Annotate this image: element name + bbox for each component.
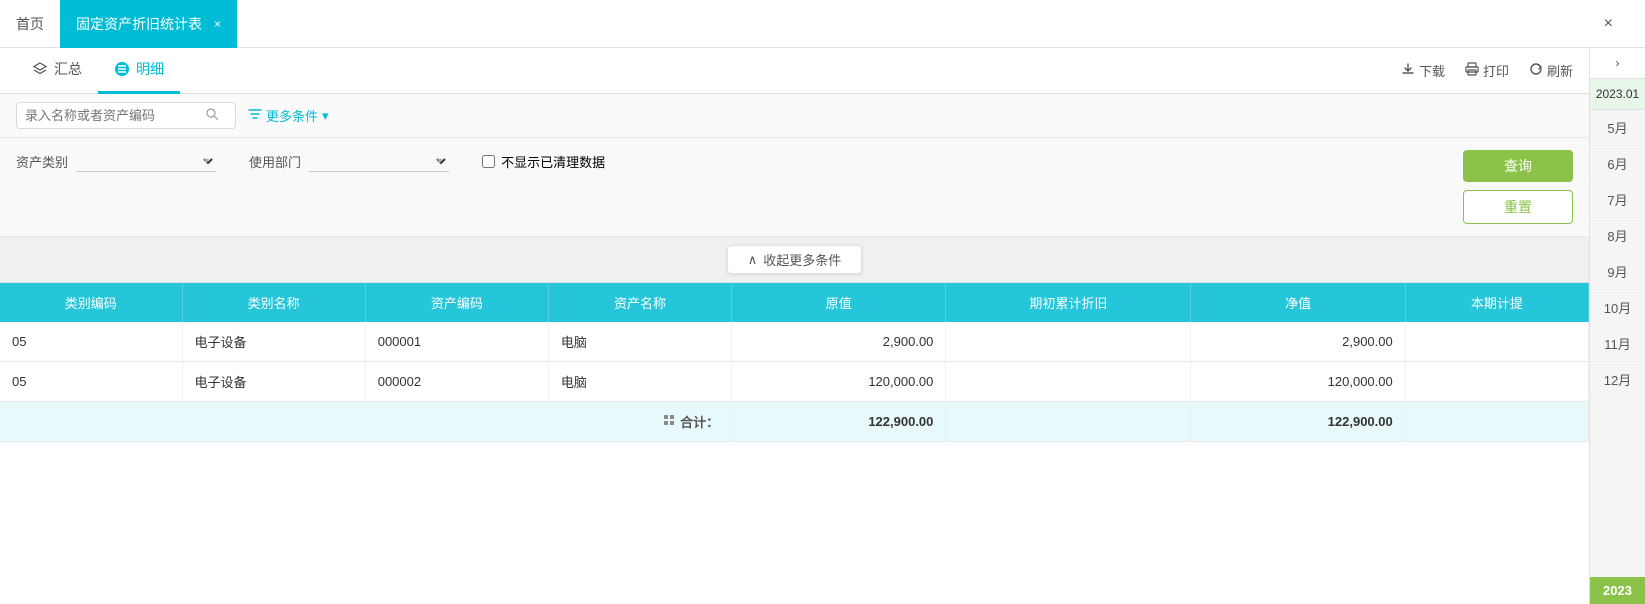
asset-category-chevron: ▾: [204, 156, 209, 167]
cell-asset-name: 电脑: [548, 322, 731, 362]
summary-tab-icon: [32, 61, 48, 77]
col-category-name: 类别名称: [182, 283, 365, 322]
department-label: 使用部门: [249, 152, 301, 171]
cell-asset-code: 000002: [365, 362, 548, 402]
refresh-button[interactable]: 刷新: [1529, 61, 1573, 80]
summary-text: 合计：: [680, 412, 719, 431]
download-icon: [1401, 62, 1415, 79]
cell-net-value: 120,000.00: [1191, 362, 1405, 402]
department-filter: 使用部门 ▾: [249, 150, 442, 172]
department-chevron: ▾: [437, 156, 442, 167]
month-item[interactable]: 11月: [1590, 326, 1645, 362]
table-row: 05 电子设备 000001 电脑 2,900.00 2,900.00: [0, 322, 1589, 362]
col-accumulated-depreciation: 期初累计折旧: [946, 283, 1191, 322]
cell-accumulated-depreciation: [946, 322, 1191, 362]
year-badge: 2023: [1590, 577, 1645, 604]
print-button[interactable]: 打印: [1465, 61, 1509, 80]
close-window-button[interactable]: ×: [1588, 15, 1629, 33]
asset-category-label: 资产类别: [16, 152, 68, 171]
search-icon[interactable]: [205, 107, 219, 124]
right-panel: › 2023.01 5月6月7月8月9月10月11月12月 2023: [1589, 48, 1645, 604]
hide-cleared-group: 不显示已清理数据: [482, 152, 605, 171]
cell-original-value: 120,000.00: [732, 362, 946, 402]
search-input-wrap: [16, 102, 236, 129]
cell-original-value: 2,900.00: [732, 322, 946, 362]
data-table: 类别编码 类别名称 资产编码 资产名称 原值 期初累计折旧 净值 本期计提 05…: [0, 283, 1589, 604]
reset-button[interactable]: 重置: [1463, 190, 1573, 224]
chevron-down-icon: ▾: [322, 108, 329, 124]
month-item[interactable]: 7月: [1590, 182, 1645, 218]
hide-cleared-label[interactable]: 不显示已清理数据: [501, 152, 605, 171]
cell-category-code: 05: [0, 322, 182, 362]
summary-row: 合计： 122,900.00 122,900.00: [0, 402, 1589, 442]
month-item[interactable]: 10月: [1590, 290, 1645, 326]
month-item[interactable]: 12月: [1590, 362, 1645, 398]
summary-net-value: 122,900.00: [1191, 402, 1405, 442]
asset-category-select[interactable]: [76, 150, 216, 172]
right-arrow-icon: ›: [1616, 56, 1620, 70]
cell-category-code: 05: [0, 362, 182, 402]
print-icon: [1465, 62, 1479, 79]
refresh-icon: [1529, 62, 1543, 79]
cell-current-period: [1405, 362, 1588, 402]
col-asset-code: 资产编码: [365, 283, 548, 322]
collapse-conditions-button[interactable]: ∧ 收起更多条件: [727, 245, 863, 274]
cell-category-name: 电子设备: [182, 362, 365, 402]
filter-buttons: 查询 重置: [1463, 150, 1573, 224]
month-item[interactable]: 9月: [1590, 254, 1645, 290]
nav-tab[interactable]: 固定资产折旧统计表 ×: [60, 0, 237, 48]
summary-current-period: [1405, 402, 1588, 442]
col-current-period: 本期计提: [1405, 283, 1588, 322]
collapse-label: 收起更多条件: [763, 250, 841, 269]
cell-net-value: 2,900.00: [1191, 322, 1405, 362]
cell-category-name: 电子设备: [182, 322, 365, 362]
more-conditions-label: 更多条件: [266, 106, 318, 125]
tab-summary[interactable]: 汇总: [16, 48, 98, 94]
print-label: 打印: [1483, 61, 1509, 80]
query-button[interactable]: 查询: [1463, 150, 1573, 182]
download-label: 下载: [1419, 61, 1445, 80]
detail-tab-label: 明细: [136, 59, 164, 79]
table-row: 05 电子设备 000002 电脑 120,000.00 120,000.00: [0, 362, 1589, 402]
more-conditions-button[interactable]: 更多条件 ▾: [248, 106, 329, 125]
filter-icon: [248, 107, 262, 124]
detail-tab-icon: [114, 61, 130, 77]
nav-home[interactable]: 首页: [16, 14, 60, 34]
asset-category-filter: 资产类别 ▾: [16, 150, 209, 172]
tab-detail[interactable]: 明细: [98, 48, 180, 94]
summary-original-value: 122,900.00: [732, 402, 946, 442]
month-item[interactable]: 8月: [1590, 218, 1645, 254]
refresh-label: 刷新: [1547, 61, 1573, 80]
summary-tab-label: 汇总: [54, 59, 82, 79]
cell-asset-name: 电脑: [548, 362, 731, 402]
cell-current-period: [1405, 322, 1588, 362]
col-category-code: 类别编码: [0, 283, 182, 322]
col-original-value: 原值: [732, 283, 946, 322]
month-item[interactable]: 5月: [1590, 110, 1645, 146]
summary-icon: [662, 413, 676, 430]
summary-label-cell: 合计：: [0, 402, 732, 442]
col-net-value: 净值: [1191, 283, 1405, 322]
department-select[interactable]: [309, 150, 449, 172]
month-item[interactable]: 6月: [1590, 146, 1645, 182]
nav-tab-close[interactable]: ×: [214, 17, 221, 31]
cell-accumulated-depreciation: [946, 362, 1191, 402]
cell-asset-code: 000001: [365, 322, 548, 362]
col-asset-name: 资产名称: [548, 283, 731, 322]
summary-accumulated: [946, 402, 1191, 442]
current-date-label: 2023.01: [1596, 87, 1639, 101]
hide-cleared-checkbox[interactable]: [482, 155, 495, 168]
date-display: 2023.01: [1590, 79, 1645, 110]
collapse-up-icon: ∧: [748, 252, 758, 268]
right-panel-arrow[interactable]: ›: [1590, 48, 1645, 79]
search-input[interactable]: [25, 108, 205, 123]
nav-tab-label: 固定资产折旧统计表: [76, 14, 202, 34]
download-button[interactable]: 下载: [1401, 61, 1445, 80]
